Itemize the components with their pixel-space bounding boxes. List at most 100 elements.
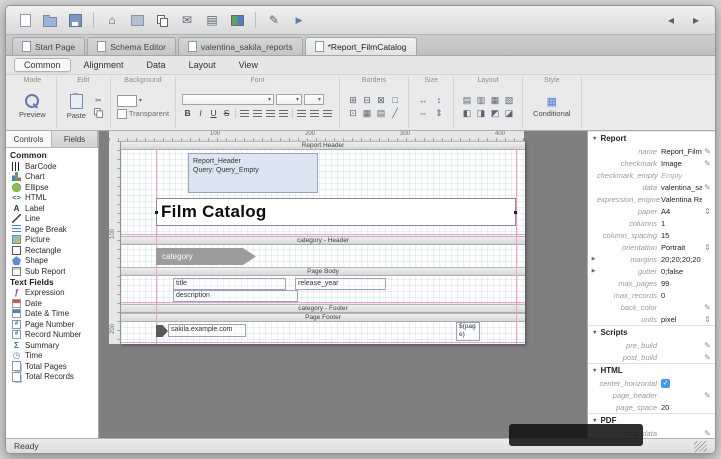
font-family-select[interactable]: ▾ [182, 94, 275, 105]
same-width-button[interactable]: ↔ [417, 95, 429, 106]
edit-icon[interactable]: ✎ [702, 429, 713, 438]
property-value[interactable]: 0;false [661, 267, 702, 276]
control-item-date[interactable]: Date [6, 298, 98, 309]
ribbon-tab-data[interactable]: Data [137, 58, 176, 72]
layout-distribute-button[interactable]: ▧ [503, 95, 515, 106]
background-color-well[interactable] [116, 94, 137, 107]
media-button[interactable] [228, 10, 246, 30]
font-style-select[interactable]: ▾ [304, 94, 325, 105]
property-value[interactable]: 20 [661, 403, 702, 412]
border-diagonal-button[interactable]: ╱ [389, 108, 401, 119]
copy-pages-button[interactable] [153, 10, 171, 30]
stepper-icon[interactable]: ⇕ [702, 315, 713, 324]
edit-icon[interactable]: ✎ [702, 147, 713, 156]
selection-handle[interactable] [514, 211, 517, 214]
new-document-button[interactable] [16, 10, 34, 30]
section-report[interactable]: ▼ Report [588, 131, 715, 145]
valign-bottom-button[interactable] [322, 107, 333, 119]
ribbon-tab-view[interactable]: View [229, 58, 268, 72]
property-value[interactable]: 0 [661, 291, 702, 300]
control-item-summary[interactable]: Σ Summary [6, 340, 98, 351]
expand-icon[interactable]: ▶ [590, 256, 597, 262]
edit-icon[interactable]: ✎ [702, 159, 713, 168]
band-report-header[interactable]: Report Header [121, 141, 525, 150]
property-value[interactable]: Empty [661, 171, 702, 180]
footer-page-number-field[interactable]: $(page) [456, 322, 480, 341]
mail-button[interactable]: ✉ [178, 10, 196, 30]
property-value[interactable]: valentina_sak... [661, 183, 702, 192]
edit-icon[interactable]: ✎ [702, 353, 713, 362]
control-item-page-number[interactable]: # Page Number [6, 319, 98, 330]
sidebar-tab-controls[interactable]: Controls [6, 131, 52, 147]
control-item-page-break[interactable]: Page Break [6, 224, 98, 235]
ribbon-tab-alignment[interactable]: Alignment [74, 58, 134, 72]
border-outer-button[interactable]: ⊡ [347, 108, 359, 119]
control-item-ellipse[interactable]: Ellipse [6, 182, 98, 193]
control-item-barcode[interactable]: BarCode [6, 161, 98, 172]
paste-button[interactable]: Paste [63, 92, 90, 121]
checkbox-checked[interactable]: ✓ [661, 378, 670, 388]
sidebar-tab-fields[interactable]: Fields [52, 131, 98, 147]
align-right-button[interactable] [265, 107, 276, 119]
section-scripts[interactable]: ▼ Scripts [588, 325, 715, 339]
open-button[interactable] [41, 10, 59, 30]
control-item-chart[interactable]: Chart [6, 172, 98, 183]
property-value[interactable]: Report_FilmCat [661, 147, 702, 156]
table-button[interactable]: ▤ [203, 10, 221, 30]
edit-icon[interactable]: ✎ [702, 341, 713, 350]
control-item-rectangle[interactable]: Rectangle [6, 245, 98, 256]
control-item-date-time[interactable]: Date & Time [6, 309, 98, 320]
property-value[interactable]: pixel [661, 315, 702, 324]
transparent-checkbox[interactable] [116, 108, 127, 119]
tab-valentina-sakila-reports[interactable]: valentina_sakila_reports [177, 37, 303, 55]
footer-marker-icon[interactable] [156, 325, 168, 337]
property-value[interactable]: A4 [661, 207, 702, 216]
valign-middle-button[interactable] [309, 107, 320, 119]
control-item-total-pages[interactable]: Total Pages [6, 361, 98, 372]
forward-button[interactable]: ▸ [687, 10, 705, 30]
band-category-header[interactable]: category - Header [121, 236, 525, 245]
property-value[interactable]: Portrait [661, 243, 702, 252]
valign-top-button[interactable] [296, 107, 307, 119]
report-title-label[interactable]: Film Catalog [155, 198, 517, 226]
stepper-icon[interactable]: ⇕ [702, 207, 713, 216]
stepper-icon[interactable]: ⇕ [702, 243, 713, 252]
border-cross-button[interactable]: ⊠ [375, 95, 387, 106]
layout-align-right-button[interactable]: ◩ [489, 108, 501, 119]
edit-icon[interactable]: ✎ [702, 303, 713, 312]
band-page-body[interactable]: Page Body [121, 267, 525, 276]
layout-align-left-button[interactable]: ◧ [461, 108, 473, 119]
align-left-button[interactable] [239, 107, 250, 119]
band-page-footer[interactable]: Page Footer [121, 313, 525, 322]
edit-icon[interactable]: ✎ [702, 391, 713, 400]
property-value[interactable]: 20;20;20;20 [661, 255, 702, 264]
property-value[interactable]: Valentina Re... [661, 195, 702, 204]
design-canvas[interactable]: 100 200 300 400 100 200 Report Header ca… [99, 131, 587, 438]
conditional-button[interactable]: ▦ Conditional [529, 95, 575, 119]
pen-button[interactable]: ✎ [265, 10, 283, 30]
band-category-footer[interactable]: category - Footer [121, 304, 525, 313]
footer-url-label[interactable]: sakila.example.com [168, 324, 246, 337]
property-value[interactable]: 1 [661, 219, 702, 228]
save-button[interactable] [66, 10, 84, 30]
selection-handle[interactable] [155, 211, 158, 214]
italic-button[interactable]: I [195, 107, 206, 119]
bold-button[interactable]: B [182, 107, 193, 119]
layout-spread-button[interactable]: ◪ [503, 108, 515, 119]
control-item-line[interactable]: Line [6, 214, 98, 225]
border-rows-button[interactable]: ▤ [375, 108, 387, 119]
tab-schema-editor[interactable]: Schema Editor [87, 37, 176, 55]
control-item-picture[interactable]: Picture [6, 235, 98, 246]
align-center-button[interactable] [252, 107, 263, 119]
package-button[interactable] [128, 10, 146, 30]
control-item-total-records[interactable]: Total Records [6, 371, 98, 383]
control-item-html[interactable]: <> HTML [6, 193, 98, 204]
cut-button[interactable]: ✂ [95, 96, 102, 105]
font-size-select[interactable]: ▾ [276, 94, 303, 105]
property-value[interactable]: Image [661, 159, 702, 168]
layout-align-top-button[interactable]: ▤ [461, 95, 473, 106]
control-item-sub-report[interactable]: Sub Report [6, 266, 98, 277]
layout-align-center-button[interactable]: ◨ [475, 108, 487, 119]
control-item-shape[interactable]: Shape [6, 256, 98, 267]
grow-height-button[interactable]: ⇕ [433, 108, 445, 119]
